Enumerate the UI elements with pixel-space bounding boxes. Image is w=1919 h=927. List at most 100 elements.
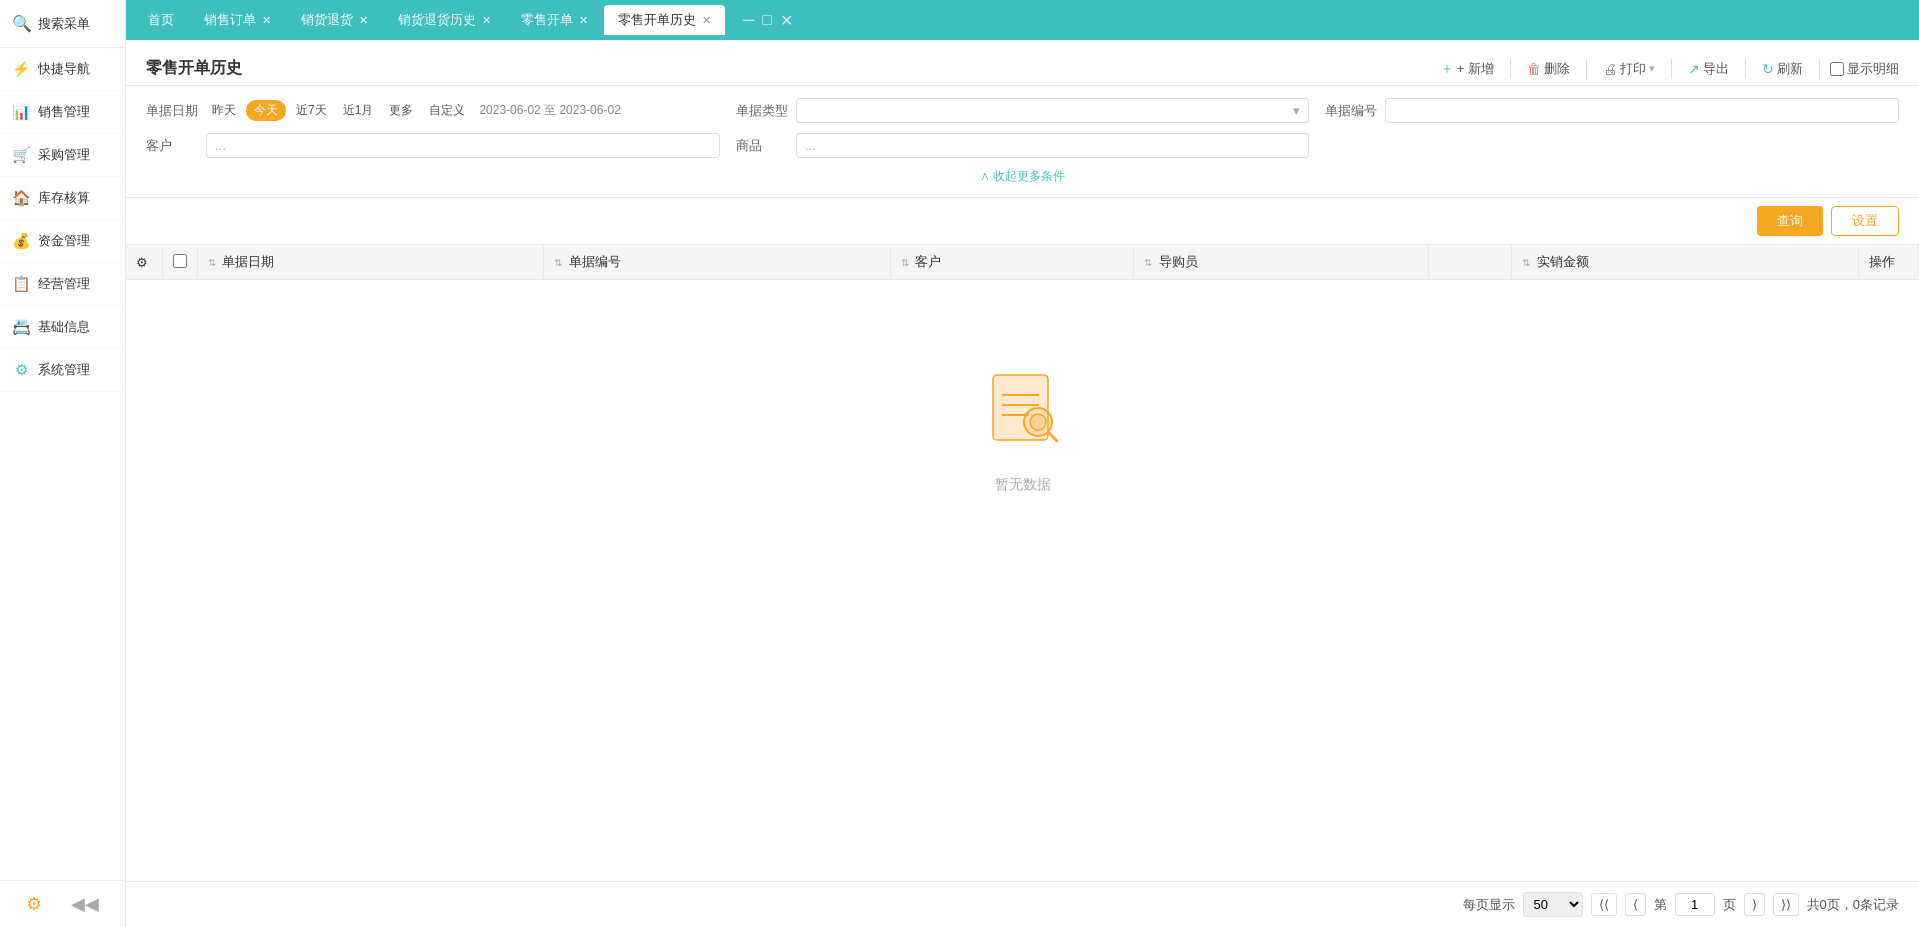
detail-checkbox-input[interactable] [1830, 62, 1844, 76]
export-button[interactable]: ↗ 导出 [1682, 56, 1735, 82]
goods-filter-group: 商品 ... [736, 133, 1310, 158]
tab-sales-order[interactable]: 销售订单 ✕ [190, 5, 285, 35]
base-info-icon: 📇 [12, 318, 30, 336]
customer-filter-group: 客户 ... [146, 133, 720, 158]
refresh-button[interactable]: ↻ 刷新 [1756, 56, 1809, 82]
sidebar-item-label: 经营管理 [38, 275, 90, 293]
sort-salesperson-icon: ⇅ [1144, 257, 1152, 268]
delete-button[interactable]: 🗑 删除 [1521, 56, 1576, 82]
minimize-button[interactable]: ─ [743, 11, 754, 29]
search-icon: 🔍 [12, 14, 32, 33]
date-btn-1month[interactable]: 近1月 [337, 100, 380, 121]
date-btn-custom[interactable]: 自定义 [423, 100, 471, 121]
close-tab-sales-order-icon[interactable]: ✕ [262, 14, 271, 27]
th-customer[interactable]: ⇅ 客户 [890, 245, 1134, 280]
sidebar-item-operations[interactable]: 📋 经营管理 [0, 263, 125, 306]
close-window-button[interactable]: ✕ [780, 11, 793, 30]
select-all-checkbox[interactable] [173, 254, 187, 268]
table-header: ⚙ ⇅ 单据日期 ⇅ 单据编号 ⇅ 客户 [126, 245, 1919, 280]
tab-retail-open-history[interactable]: 零售开单历史 ✕ [604, 5, 725, 35]
page-number-input[interactable] [1675, 893, 1715, 916]
empty-illustration [973, 360, 1073, 460]
page-header: 零售开单历史 ＋ + 新增 🗑 删除 🖨 打印 ▾ ↗ 导出 [126, 40, 1919, 86]
sidebar-bottom: ⚙ ◀◀ [0, 880, 125, 927]
sidebar-item-label: 快捷导航 [38, 60, 90, 78]
date-btn-yesterday[interactable]: 昨天 [206, 100, 242, 121]
sidebar-item-purchase-mgmt[interactable]: 🛒 采购管理 [0, 134, 125, 177]
add-icon: ＋ [1440, 60, 1454, 78]
window-controls: ─ □ ✕ [727, 11, 793, 30]
sidebar-item-label: 库存核算 [38, 189, 90, 207]
close-tab-sales-return-history-icon[interactable]: ✕ [482, 14, 491, 27]
sidebar-item-inventory[interactable]: 🏠 库存核算 [0, 177, 125, 220]
filter-row-2: 客户 ... 商品 ... [146, 133, 1899, 158]
sort-customer-icon: ⇅ [901, 257, 909, 268]
last-page-button[interactable]: ⟩⟩ [1773, 893, 1799, 916]
next-page-button[interactable]: ⟩ [1744, 893, 1765, 916]
refresh-icon: ↻ [1762, 61, 1774, 77]
print-button[interactable]: 🖨 打印 ▾ [1597, 56, 1661, 82]
tab-sales-return[interactable]: 销货退货 ✕ [287, 5, 382, 35]
inventory-icon: 🏠 [12, 189, 30, 207]
date-filter-group: 单据日期 昨天 今天 近7天 近1月 更多 自定义 2023-06-02 至 2… [146, 100, 720, 121]
close-tab-retail-open-icon[interactable]: ✕ [579, 14, 588, 27]
system-icon: ⚙ [12, 361, 30, 379]
sidebar-item-system[interactable]: ⚙ 系统管理 [0, 349, 125, 392]
operations-icon: 📋 [12, 275, 30, 293]
th-number[interactable]: ⇅ 单据编号 [544, 245, 891, 280]
per-page-select[interactable]: 50 [1523, 892, 1583, 917]
tab-sales-return-history[interactable]: 销货退货历史 ✕ [384, 5, 505, 35]
data-table: ⚙ ⇅ 单据日期 ⇅ 单据编号 ⇅ 客户 [126, 245, 1919, 280]
filter-area: 单据日期 昨天 今天 近7天 近1月 更多 自定义 2023-06-02 至 2… [126, 86, 1919, 198]
empty-text: 暂无数据 [995, 476, 1051, 494]
number-input[interactable] [1385, 98, 1899, 123]
query-button[interactable]: 查询 [1757, 206, 1823, 236]
pagination-bar: 每页显示 50 ⟨⟨ ⟨ 第 页 ⟩ ⟩⟩ 共0页，0条记录 [126, 881, 1919, 927]
goods-label: 商品 [736, 137, 788, 155]
restore-button[interactable]: □ [762, 11, 772, 29]
th-gear[interactable]: ⚙ [126, 245, 162, 280]
export-icon: ↗ [1688, 61, 1700, 77]
display-detail-checkbox[interactable]: 显示明细 [1830, 60, 1899, 78]
number-label: 单据编号 [1325, 102, 1377, 120]
sidebar-item-quick-nav[interactable]: ⚡ 快捷导航 [0, 48, 125, 91]
sidebar-item-base-info[interactable]: 📇 基础信息 [0, 306, 125, 349]
customer-input[interactable]: ... [206, 133, 720, 158]
first-page-button[interactable]: ⟨⟨ [1591, 893, 1617, 916]
print-dropdown-icon[interactable]: ▾ [1649, 62, 1655, 75]
tab-home[interactable]: 首页 [134, 5, 188, 35]
sidebar-collapse-icon[interactable]: ◀◀ [71, 893, 99, 915]
sort-date-icon: ⇅ [208, 257, 216, 268]
goods-input[interactable]: ... [796, 133, 1310, 158]
divider-3 [1671, 59, 1672, 79]
sidebar-item-sales-mgmt[interactable]: 📊 销售管理 [0, 91, 125, 134]
tab-retail-open[interactable]: 零售开单 ✕ [507, 5, 602, 35]
close-tab-sales-return-icon[interactable]: ✕ [359, 14, 368, 27]
divider-5 [1819, 59, 1820, 79]
date-btn-7days[interactable]: 近7天 [290, 100, 333, 121]
date-btn-more[interactable]: 更多 [383, 100, 419, 121]
filter-settings-button[interactable]: 设置 [1831, 206, 1899, 236]
date-btn-today[interactable]: 今天 [246, 100, 286, 121]
th-date[interactable]: ⇅ 单据日期 [197, 245, 544, 280]
settings-gear-icon[interactable]: ⚙ [26, 893, 42, 915]
collapse-conditions-button[interactable]: ∧ 收起更多条件 [146, 168, 1899, 185]
sidebar-item-finance[interactable]: 💰 资金管理 [0, 220, 125, 263]
empty-state: 暂无数据 [126, 280, 1919, 534]
th-salesperson[interactable]: ⇅ 导购员 [1134, 245, 1429, 280]
close-tab-retail-open-history-icon[interactable]: ✕ [702, 14, 711, 27]
type-select[interactable]: ▾ [796, 98, 1310, 123]
filter-row-1: 单据日期 昨天 今天 近7天 近1月 更多 自定义 2023-06-02 至 2… [146, 98, 1899, 123]
sidebar-search[interactable]: 🔍 搜索采单 [0, 0, 125, 48]
sidebar-item-label: 销售管理 [38, 103, 90, 121]
th-amount[interactable]: ⇅ 实销金额 [1512, 245, 1859, 280]
sidebar-item-label: 系统管理 [38, 361, 90, 379]
sales-icon: 📊 [12, 103, 30, 121]
quick-nav-icon: ⚡ [12, 60, 30, 78]
sidebar-item-label: 资金管理 [38, 232, 90, 250]
th-checkbox[interactable] [162, 245, 197, 280]
prev-page-button[interactable]: ⟨ [1625, 893, 1646, 916]
svg-line-6 [1048, 432, 1057, 441]
total-info: 共0页，0条记录 [1807, 896, 1899, 914]
add-button[interactable]: ＋ + 新增 [1434, 56, 1500, 82]
